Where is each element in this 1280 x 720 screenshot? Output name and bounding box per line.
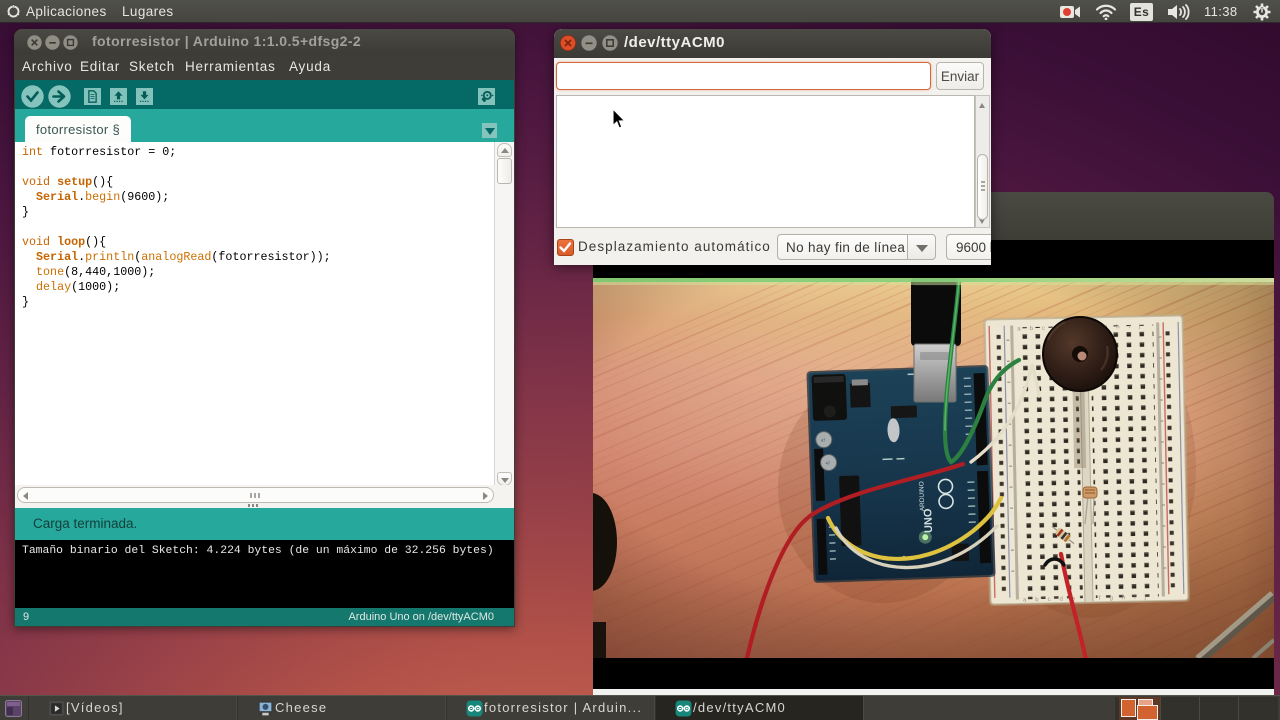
svg-text:fghij: fghij [1099, 595, 1155, 602]
svg-text:ARDUINO: ARDUINO [918, 481, 926, 511]
svg-text:abcde: abcde [1023, 596, 1084, 603]
